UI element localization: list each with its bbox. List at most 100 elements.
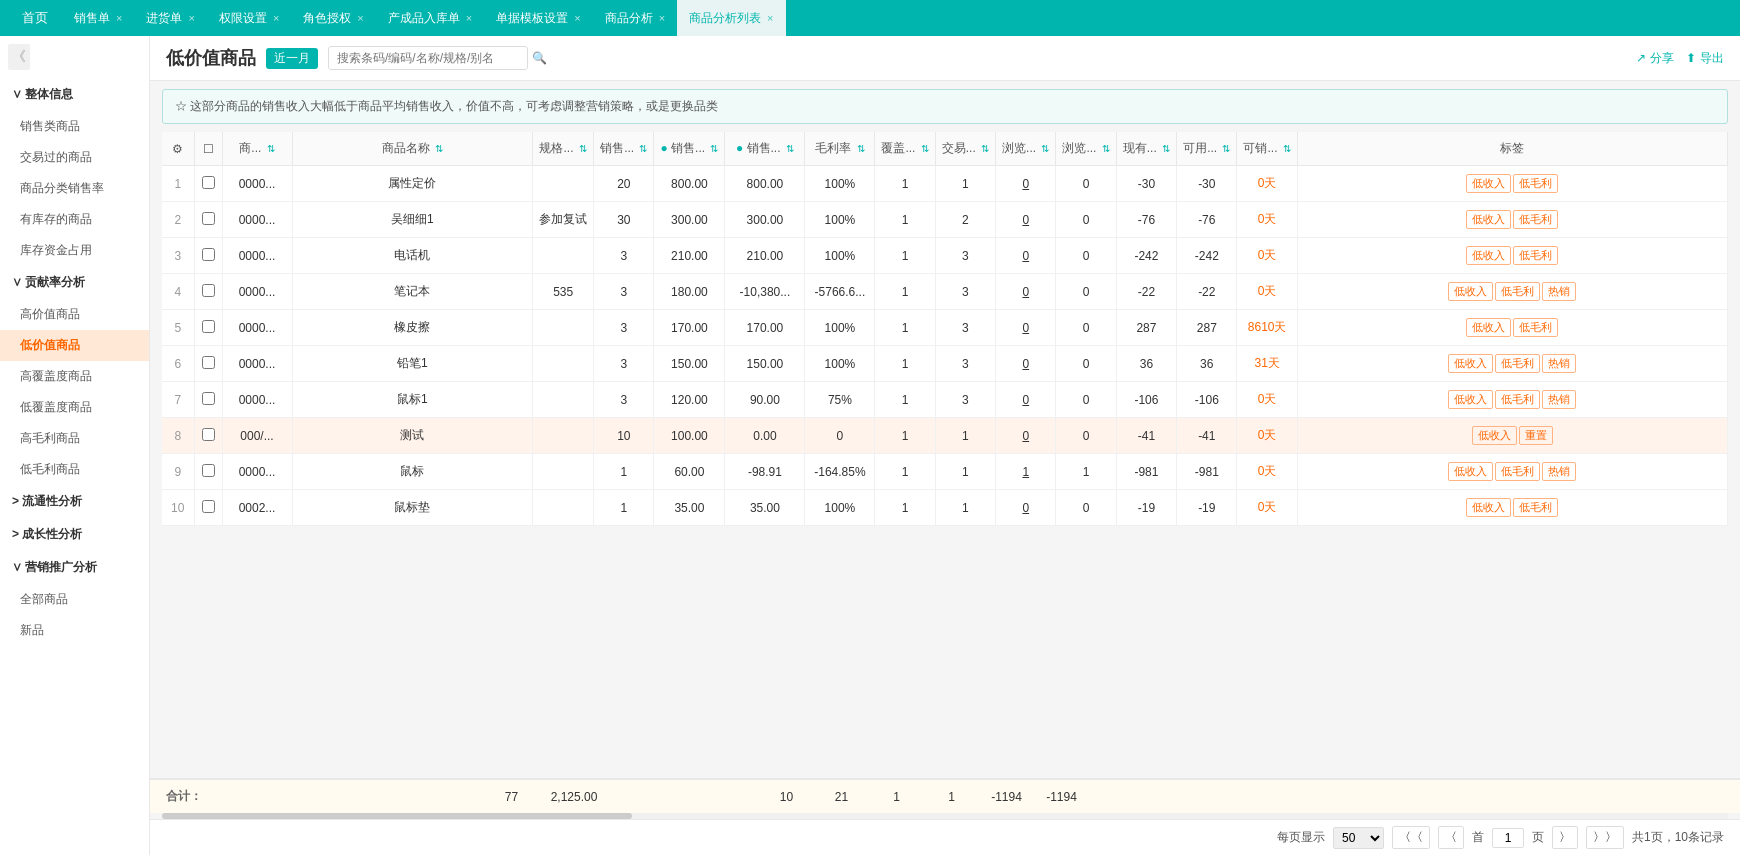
sidebar-item-low-coverage[interactable]: 低覆盖度商品 [0, 392, 149, 423]
cell-checkbox[interactable] [194, 346, 222, 382]
row-checkbox[interactable] [202, 356, 215, 369]
cell-tags: 低收入低毛利 [1297, 238, 1727, 274]
sidebar-group-circulation[interactable]: > 流通性分析 [0, 485, 149, 518]
sidebar-item-sales-products[interactable]: 销售类商品 [0, 111, 149, 142]
cell-checkbox[interactable] [194, 166, 222, 202]
cell-name: 笔记本 [292, 274, 533, 310]
browse-link[interactable]: 0 [1022, 321, 1029, 335]
row-checkbox[interactable] [202, 392, 215, 405]
browse-link[interactable]: 0 [1022, 393, 1029, 407]
cell-checkbox[interactable] [194, 382, 222, 418]
cell-days: 0天 [1237, 382, 1297, 418]
cell-num: 4 [162, 274, 194, 310]
sidebar-item-high-value[interactable]: 高价值商品 [0, 299, 149, 330]
sidebar-item-inventory-capital[interactable]: 库存资金占用 [0, 235, 149, 266]
date-range-tag[interactable]: 近一月 [266, 48, 318, 69]
close-permissions[interactable]: × [273, 12, 279, 24]
cell-browse1[interactable]: 0 [996, 346, 1056, 382]
first-page-btn[interactable]: 〈〈 [1392, 826, 1430, 849]
cell-stock1: -106 [1116, 382, 1176, 418]
nav-product-inbound[interactable]: 产成品入库单 × [376, 0, 484, 36]
next-page-btn[interactable]: 〉 [1552, 826, 1578, 849]
per-page-select[interactable]: 50 20 100 [1333, 827, 1384, 849]
share-button[interactable]: ↗ 分享 [1636, 50, 1674, 67]
cell-browse1[interactable]: 0 [996, 166, 1056, 202]
row-checkbox[interactable] [202, 248, 215, 261]
search-input[interactable] [328, 46, 528, 70]
row-checkbox[interactable] [202, 320, 215, 333]
cell-browse1[interactable]: 0 [996, 274, 1056, 310]
nav-home[interactable]: 首页 [8, 0, 62, 36]
cell-browse1[interactable]: 0 [996, 202, 1056, 238]
browse-link[interactable]: 0 [1022, 501, 1029, 515]
sidebar-group-marketing[interactable]: ∨ 营销推广分析 [0, 551, 149, 584]
cell-checkbox[interactable] [194, 418, 222, 454]
close-sales-order[interactable]: × [116, 12, 122, 24]
col-settings[interactable]: ⚙ [162, 132, 194, 166]
sidebar-item-stocked-products[interactable]: 有库存的商品 [0, 204, 149, 235]
sidebar-item-category-sales-rate[interactable]: 商品分类销售率 [0, 173, 149, 204]
export-button[interactable]: ⬆ 导出 [1686, 50, 1724, 67]
close-purchase-order[interactable]: × [188, 12, 194, 24]
last-page-btn[interactable]: 〉〉 [1586, 826, 1624, 849]
cell-checkbox[interactable] [194, 274, 222, 310]
current-page-input[interactable] [1492, 828, 1524, 848]
nav-sales-order[interactable]: 销售单 × [62, 0, 134, 36]
close-product-analysis[interactable]: × [659, 12, 665, 24]
browse-link[interactable]: 0 [1022, 213, 1029, 227]
cell-num: 8 [162, 418, 194, 454]
browse-link[interactable]: 0 [1022, 249, 1029, 263]
cell-browse1[interactable]: 0 [996, 490, 1056, 526]
row-checkbox[interactable] [202, 464, 215, 477]
close-product-analysis-list[interactable]: × [767, 12, 773, 24]
cell-checkbox[interactable] [194, 202, 222, 238]
sidebar-item-new-products[interactable]: 新品 [0, 615, 149, 646]
close-product-inbound[interactable]: × [466, 12, 472, 24]
cell-browse2: 0 [1056, 274, 1116, 310]
sidebar-collapse-btn[interactable]: 《 [8, 44, 30, 70]
nav-template-settings[interactable]: 单据模板设置 × [484, 0, 592, 36]
row-checkbox[interactable] [202, 428, 215, 441]
nav-roles[interactable]: 角色授权 × [291, 0, 375, 36]
browse-link[interactable]: 0 [1022, 357, 1029, 371]
cell-checkbox[interactable] [194, 454, 222, 490]
browse-link[interactable]: 0 [1022, 177, 1029, 191]
close-roles[interactable]: × [357, 12, 363, 24]
row-checkbox[interactable] [202, 212, 215, 225]
search-icon[interactable]: 🔍 [532, 51, 547, 65]
row-checkbox[interactable] [202, 176, 215, 189]
sidebar-item-low-profit[interactable]: 低毛利商品 [0, 454, 149, 485]
close-template-settings[interactable]: × [574, 12, 580, 24]
cell-sales3: -10,380... [725, 274, 805, 310]
cell-browse1[interactable]: 0 [996, 418, 1056, 454]
sidebar-group-growth[interactable]: > 成长性分析 [0, 518, 149, 551]
table-container[interactable]: ⚙ ☐ 商... ⇅ 商品名称 ⇅ 规格... ⇅ 销售... ⇅ ● 销售..… [150, 132, 1740, 778]
sidebar-item-low-value[interactable]: 低价值商品 [0, 330, 149, 361]
sidebar-item-all-products[interactable]: 全部商品 [0, 584, 149, 615]
sidebar-item-high-profit[interactable]: 高毛利商品 [0, 423, 149, 454]
nav-purchase-order[interactable]: 进货单 × [134, 0, 206, 36]
cell-browse1[interactable]: 0 [996, 382, 1056, 418]
nav-permissions[interactable]: 权限设置 × [207, 0, 291, 36]
tag-badge: 热销 [1542, 354, 1576, 373]
cell-checkbox[interactable] [194, 490, 222, 526]
cell-browse1[interactable]: 0 [996, 310, 1056, 346]
row-checkbox[interactable] [202, 500, 215, 513]
sidebar-item-high-coverage[interactable]: 高覆盖度商品 [0, 361, 149, 392]
prev-page-btn[interactable]: 〈 [1438, 826, 1464, 849]
browse-link[interactable]: 1 [1022, 465, 1029, 479]
col-checkbox[interactable]: ☐ [194, 132, 222, 166]
cell-code: 0002... [222, 490, 292, 526]
nav-product-analysis-list[interactable]: 商品分析列表 × [677, 0, 785, 36]
sidebar-group-overall[interactable]: ∨ 整体信息 [0, 78, 149, 111]
cell-browse1[interactable]: 1 [996, 454, 1056, 490]
cell-checkbox[interactable] [194, 310, 222, 346]
cell-browse1[interactable]: 0 [996, 238, 1056, 274]
sidebar-group-contribution[interactable]: ∨ 贡献率分析 [0, 266, 149, 299]
row-checkbox[interactable] [202, 284, 215, 297]
nav-product-analysis[interactable]: 商品分析 × [593, 0, 677, 36]
browse-link[interactable]: 0 [1022, 429, 1029, 443]
sidebar-item-traded-products[interactable]: 交易过的商品 [0, 142, 149, 173]
browse-link[interactable]: 0 [1022, 285, 1029, 299]
cell-checkbox[interactable] [194, 238, 222, 274]
